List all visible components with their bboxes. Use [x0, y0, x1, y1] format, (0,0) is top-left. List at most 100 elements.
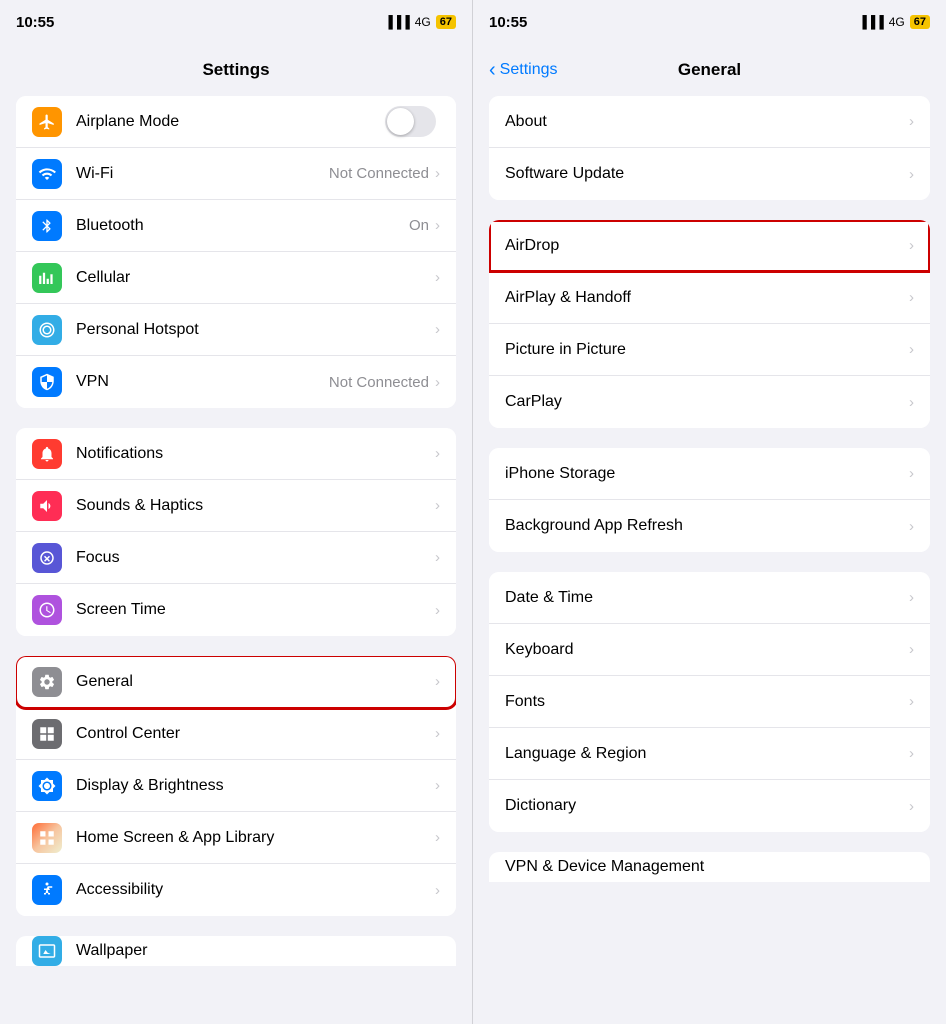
right-row-software-update[interactable]: Software Update › [489, 148, 930, 200]
right-status-icons: ▐▐▐ 4G 67 [858, 15, 930, 29]
right-back-label: Settings [500, 61, 558, 79]
airplane-mode-label: Airplane Mode [76, 113, 385, 131]
right-network: 4G [889, 15, 905, 29]
left-row-homescreen[interactable]: Home Screen & App Library › [16, 812, 456, 864]
display-chevron: › [435, 777, 440, 794]
vpn-value: Not Connected [329, 374, 429, 391]
right-status-bar: 10:55 ▐▐▐ 4G 67 [473, 0, 946, 44]
bluetooth-value: On [409, 217, 429, 234]
wifi-chevron: › [435, 165, 440, 182]
airplane-icon [32, 107, 62, 137]
left-row-vpn[interactable]: VPN Not Connected › [16, 356, 456, 408]
right-row-keyboard[interactable]: Keyboard › [489, 624, 930, 676]
dictionary-chevron: › [909, 798, 914, 815]
right-back-button[interactable]: ‹ Settings [489, 61, 557, 80]
general-icon [32, 667, 62, 697]
date-time-chevron: › [909, 589, 914, 606]
right-cutoff-row[interactable]: VPN & Device Management [489, 852, 930, 882]
left-row-notifications[interactable]: Notifications › [16, 428, 456, 480]
hotspot-label: Personal Hotspot [76, 321, 435, 339]
left-row-display[interactable]: Display & Brightness › [16, 760, 456, 812]
right-row-carplay[interactable]: CarPlay › [489, 376, 930, 428]
controlcenter-icon [32, 719, 62, 749]
language-chevron: › [909, 745, 914, 762]
cellular-icon [32, 263, 62, 293]
fonts-chevron: › [909, 693, 914, 710]
display-icon [32, 771, 62, 801]
left-status-bar: 10:55 ▐▐▐ 4G 67 [0, 0, 472, 44]
notifications-icon [32, 439, 62, 469]
wifi-value: Not Connected [329, 165, 429, 182]
notifications-chevron: › [435, 445, 440, 462]
left-status-icons: ▐▐▐ 4G 67 [384, 15, 456, 29]
wallpaper-label: Wallpaper [76, 942, 440, 960]
left-cutoff-row[interactable]: Wallpaper [16, 936, 456, 966]
software-update-label: Software Update [505, 165, 909, 183]
left-row-airplane-mode[interactable]: Airplane Mode [16, 96, 456, 148]
notifications-label: Notifications [76, 445, 435, 463]
homescreen-label: Home Screen & App Library [76, 829, 435, 847]
vpn-label: VPN [76, 373, 329, 391]
left-row-bluetooth[interactable]: Bluetooth On › [16, 200, 456, 252]
right-row-dictionary[interactable]: Dictionary › [489, 780, 930, 832]
sounds-label: Sounds & Haptics [76, 497, 435, 515]
right-row-about[interactable]: About › [489, 96, 930, 148]
left-row-screentime[interactable]: Screen Time › [16, 584, 456, 636]
airplane-toggle[interactable] [385, 106, 436, 137]
left-row-cellular[interactable]: Cellular › [16, 252, 456, 304]
right-group-storage: iPhone Storage › Background App Refresh … [489, 448, 930, 552]
left-row-sounds[interactable]: Sounds & Haptics › [16, 480, 456, 532]
sounds-chevron: › [435, 497, 440, 514]
right-settings-scroll[interactable]: About › Software Update › AirDrop › AirP… [473, 96, 946, 1024]
right-row-background-refresh[interactable]: Background App Refresh › [489, 500, 930, 552]
cellular-chevron: › [435, 269, 440, 286]
vpn-management-label: VPN & Device Management [505, 858, 914, 876]
accessibility-icon [32, 875, 62, 905]
right-row-iphone-storage[interactable]: iPhone Storage › [489, 448, 930, 500]
controlcenter-label: Control Center [76, 725, 435, 743]
iphone-storage-chevron: › [909, 465, 914, 482]
right-group-connectivity: AirDrop › AirPlay & Handoff › Picture in… [489, 220, 930, 428]
display-label: Display & Brightness [76, 777, 435, 795]
picture-label: Picture in Picture [505, 341, 909, 359]
right-row-airdrop[interactable]: AirDrop › [489, 220, 930, 272]
left-row-accessibility[interactable]: Accessibility › [16, 864, 456, 916]
left-row-hotspot[interactable]: Personal Hotspot › [16, 304, 456, 356]
left-group-system: General › Control Center › [16, 656, 456, 916]
left-battery: 67 [436, 15, 456, 29]
right-group-top: About › Software Update › [489, 96, 930, 200]
right-row-fonts[interactable]: Fonts › [489, 676, 930, 728]
right-row-picture[interactable]: Picture in Picture › [489, 324, 930, 376]
left-signal-icon: ▐▐▐ [384, 15, 410, 29]
date-time-label: Date & Time [505, 589, 909, 607]
keyboard-chevron: › [909, 641, 914, 658]
right-battery: 67 [910, 15, 930, 29]
hotspot-chevron: › [435, 321, 440, 338]
focus-chevron: › [435, 549, 440, 566]
software-update-chevron: › [909, 166, 914, 183]
about-label: About [505, 113, 909, 131]
left-settings-scroll[interactable]: Airplane Mode Wi-Fi Not Connected › [0, 96, 472, 1024]
right-row-date-time[interactable]: Date & Time › [489, 572, 930, 624]
left-row-wifi[interactable]: Wi-Fi Not Connected › [16, 148, 456, 200]
homescreen-icon [32, 823, 62, 853]
left-nav-header: Settings [0, 44, 472, 96]
left-row-focus[interactable]: Focus › [16, 532, 456, 584]
general-chevron: › [435, 673, 440, 690]
hotspot-icon [32, 315, 62, 345]
bluetooth-label: Bluetooth [76, 217, 409, 235]
toggle-knob [387, 108, 414, 135]
screentime-icon [32, 595, 62, 625]
airplay-chevron: › [909, 289, 914, 306]
carplay-chevron: › [909, 394, 914, 411]
bluetooth-icon [32, 211, 62, 241]
keyboard-label: Keyboard [505, 641, 909, 659]
language-label: Language & Region [505, 745, 909, 763]
left-group-network: Airplane Mode Wi-Fi Not Connected › [16, 96, 456, 408]
sounds-icon [32, 491, 62, 521]
left-row-general[interactable]: General › [16, 656, 456, 708]
background-refresh-chevron: › [909, 518, 914, 535]
right-row-language[interactable]: Language & Region › [489, 728, 930, 780]
right-row-airplay[interactable]: AirPlay & Handoff › [489, 272, 930, 324]
left-row-controlcenter[interactable]: Control Center › [16, 708, 456, 760]
